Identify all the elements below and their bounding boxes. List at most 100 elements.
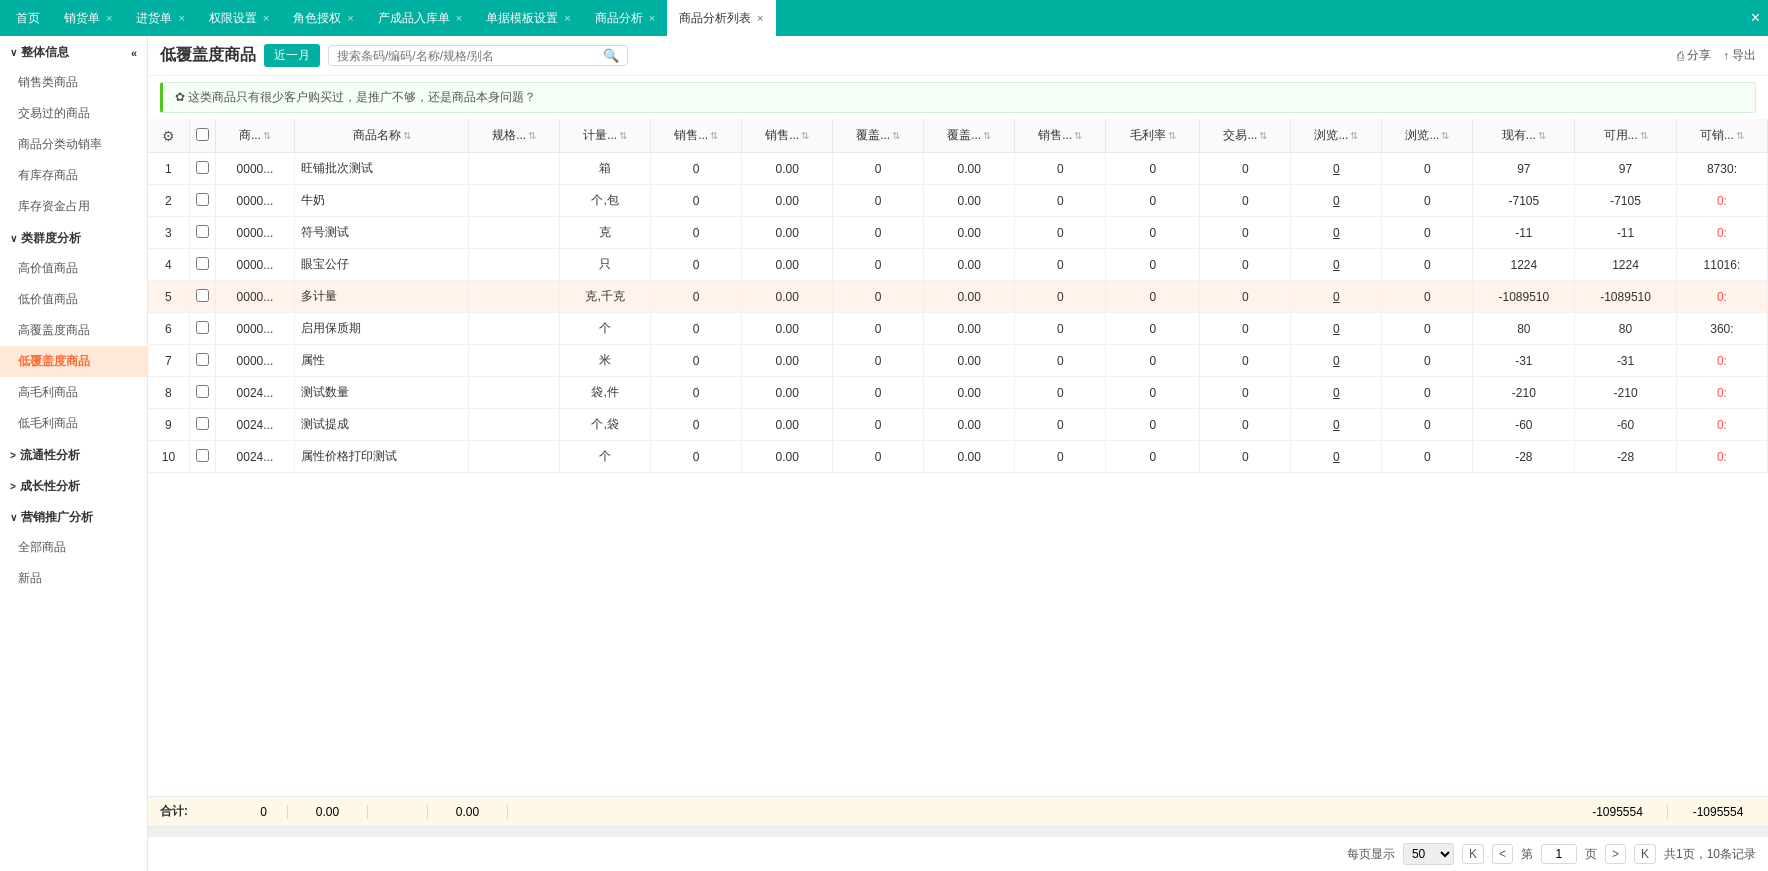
sidebar-section-overview[interactable]: ∨ 整体信息 «: [0, 36, 147, 67]
row-browse1[interactable]: 0: [1291, 217, 1382, 249]
close-icon[interactable]: ×: [263, 12, 269, 24]
row-checkbox[interactable]: [196, 193, 209, 206]
row-saleable: 8730:: [1676, 153, 1767, 185]
col-spec[interactable]: 规格...⇅: [469, 119, 560, 153]
row-checkbox[interactable]: [196, 449, 209, 462]
nav-template-settings[interactable]: 单据模板设置 ×: [474, 0, 582, 36]
row-gross: 0: [1106, 185, 1200, 217]
nav-sales-order[interactable]: 销货单 ×: [52, 0, 124, 36]
row-browse1[interactable]: 0: [1291, 409, 1382, 441]
row-stock: -210: [1473, 377, 1575, 409]
col-gross[interactable]: 毛利率⇅: [1106, 119, 1200, 153]
settings-icon[interactable]: ⚙: [162, 128, 175, 144]
row-checkbox[interactable]: [196, 289, 209, 302]
nav-product-analysis-list[interactable]: 商品分析列表 ×: [667, 0, 775, 36]
sidebar-item-new-goods[interactable]: 新品: [0, 563, 147, 594]
sidebar-item-high-margin[interactable]: 高毛利商品: [0, 377, 147, 408]
sidebar-item-sales-goods[interactable]: 销售类商品: [0, 67, 147, 98]
col-browse2[interactable]: 浏览...⇅: [1382, 119, 1473, 153]
row-code: 0000...: [215, 281, 294, 313]
nav-product-analysis[interactable]: 商品分析 ×: [583, 0, 667, 36]
row-code: 0000...: [215, 249, 294, 281]
row-sales-qty: 0: [651, 185, 742, 217]
col-available[interactable]: 可用...⇅: [1575, 119, 1677, 153]
sidebar-section-cluster[interactable]: ∨ 类群度分析: [0, 222, 147, 253]
col-saleable[interactable]: 可销...⇅: [1676, 119, 1767, 153]
col-stock[interactable]: 现有...⇅: [1473, 119, 1575, 153]
sidebar-section-marketing[interactable]: ∨ 营销推广分析: [0, 501, 147, 532]
col-browse1[interactable]: 浏览...⇅: [1291, 119, 1382, 153]
close-icon[interactable]: ×: [178, 12, 184, 24]
window-close-button[interactable]: ×: [1751, 9, 1760, 27]
row-browse1[interactable]: 0: [1291, 281, 1382, 313]
row-checkbox[interactable]: [196, 385, 209, 398]
select-all-checkbox[interactable]: [196, 128, 209, 141]
horizontal-scrollbar[interactable]: [148, 827, 1768, 837]
row-sales3: 0: [1015, 249, 1106, 281]
close-icon[interactable]: ×: [564, 12, 570, 24]
col-unit[interactable]: 计量...⇅: [560, 119, 651, 153]
sidebar-section-growth[interactable]: > 成长性分析: [0, 470, 147, 501]
row-checkbox[interactable]: [196, 257, 209, 270]
col-sales-amt[interactable]: 销售...⇅: [742, 119, 833, 153]
col-sales-qty[interactable]: 销售...⇅: [651, 119, 742, 153]
row-checkbox[interactable]: [196, 321, 209, 334]
first-page-button[interactable]: K: [1462, 844, 1484, 864]
sidebar-item-stock-capital[interactable]: 库存资金占用: [0, 191, 147, 222]
row-browse1[interactable]: 0: [1291, 249, 1382, 281]
share-button[interactable]: ⎙ 分享: [1677, 47, 1711, 64]
row-browse1[interactable]: 0: [1291, 441, 1382, 473]
sidebar-item-stocked-goods[interactable]: 有库存商品: [0, 160, 147, 191]
current-page-input[interactable]: [1541, 844, 1577, 864]
page-size-select[interactable]: 50 20 100: [1403, 843, 1454, 865]
sidebar-item-low-coverage[interactable]: 低覆盖度商品: [0, 346, 147, 377]
nav-purchase-order[interactable]: 进货单 ×: [124, 0, 196, 36]
sidebar-item-high-value[interactable]: 高价值商品: [0, 253, 147, 284]
sidebar-item-high-coverage[interactable]: 高覆盖度商品: [0, 315, 147, 346]
sidebar-item-category-rate[interactable]: 商品分类动销率: [0, 129, 147, 160]
row-browse1[interactable]: 0: [1291, 345, 1382, 377]
row-browse1[interactable]: 0: [1291, 313, 1382, 345]
close-icon[interactable]: ×: [456, 12, 462, 24]
sidebar-item-traded-goods[interactable]: 交易过的商品: [0, 98, 147, 129]
row-browse1[interactable]: 0: [1291, 185, 1382, 217]
sidebar-section-liquidity[interactable]: > 流通性分析: [0, 439, 147, 470]
row-no: 6: [148, 313, 189, 345]
search-input[interactable]: [337, 49, 599, 63]
col-code[interactable]: 商...⇅: [215, 119, 294, 153]
sidebar-item-low-margin[interactable]: 低毛利商品: [0, 408, 147, 439]
prev-page-button[interactable]: <: [1492, 844, 1513, 864]
table-row: 1 0000... 旺铺批次测试 箱 0 0.00 0 0.00 0 0 0 0…: [148, 153, 1768, 185]
row-available: -7105: [1575, 185, 1677, 217]
nav-home[interactable]: 首页: [4, 0, 52, 36]
row-checkbox[interactable]: [196, 225, 209, 238]
close-icon[interactable]: ×: [649, 12, 655, 24]
collapse-icon[interactable]: «: [131, 47, 137, 59]
last-page-button[interactable]: K: [1634, 844, 1656, 864]
time-filter-button[interactable]: 近一月: [264, 44, 320, 67]
col-coverage1[interactable]: 覆盖...⇅: [833, 119, 924, 153]
export-button[interactable]: ↑ 导出: [1723, 47, 1756, 64]
row-browse1[interactable]: 0: [1291, 153, 1382, 185]
col-settings[interactable]: ⚙: [148, 119, 189, 153]
sidebar-item-low-value[interactable]: 低价值商品: [0, 284, 147, 315]
row-checkbox[interactable]: [196, 161, 209, 174]
close-icon[interactable]: ×: [106, 12, 112, 24]
row-browse1[interactable]: 0: [1291, 377, 1382, 409]
search-icon[interactable]: 🔍: [603, 48, 619, 63]
col-transaction[interactable]: 交易...⇅: [1200, 119, 1291, 153]
table-container[interactable]: ⚙ 商...⇅ 商品名称⇅ 规格...⇅ 计量...⇅ 销售...⇅ 销售...…: [148, 119, 1768, 796]
next-page-button[interactable]: >: [1605, 844, 1626, 864]
col-name[interactable]: 商品名称⇅: [295, 119, 469, 153]
row-checkbox[interactable]: [196, 353, 209, 366]
col-coverage2[interactable]: 覆盖...⇅: [924, 119, 1015, 153]
nav-permissions[interactable]: 权限设置 ×: [197, 0, 281, 36]
row-stock: -7105: [1473, 185, 1575, 217]
nav-role-auth[interactable]: 角色授权 ×: [281, 0, 365, 36]
close-icon[interactable]: ×: [757, 12, 763, 24]
row-checkbox[interactable]: [196, 417, 209, 430]
nav-product-storage[interactable]: 产成品入库单 ×: [366, 0, 474, 36]
sidebar-item-all-goods[interactable]: 全部商品: [0, 532, 147, 563]
col-sales3[interactable]: 销售...⇅: [1015, 119, 1106, 153]
close-icon[interactable]: ×: [347, 12, 353, 24]
